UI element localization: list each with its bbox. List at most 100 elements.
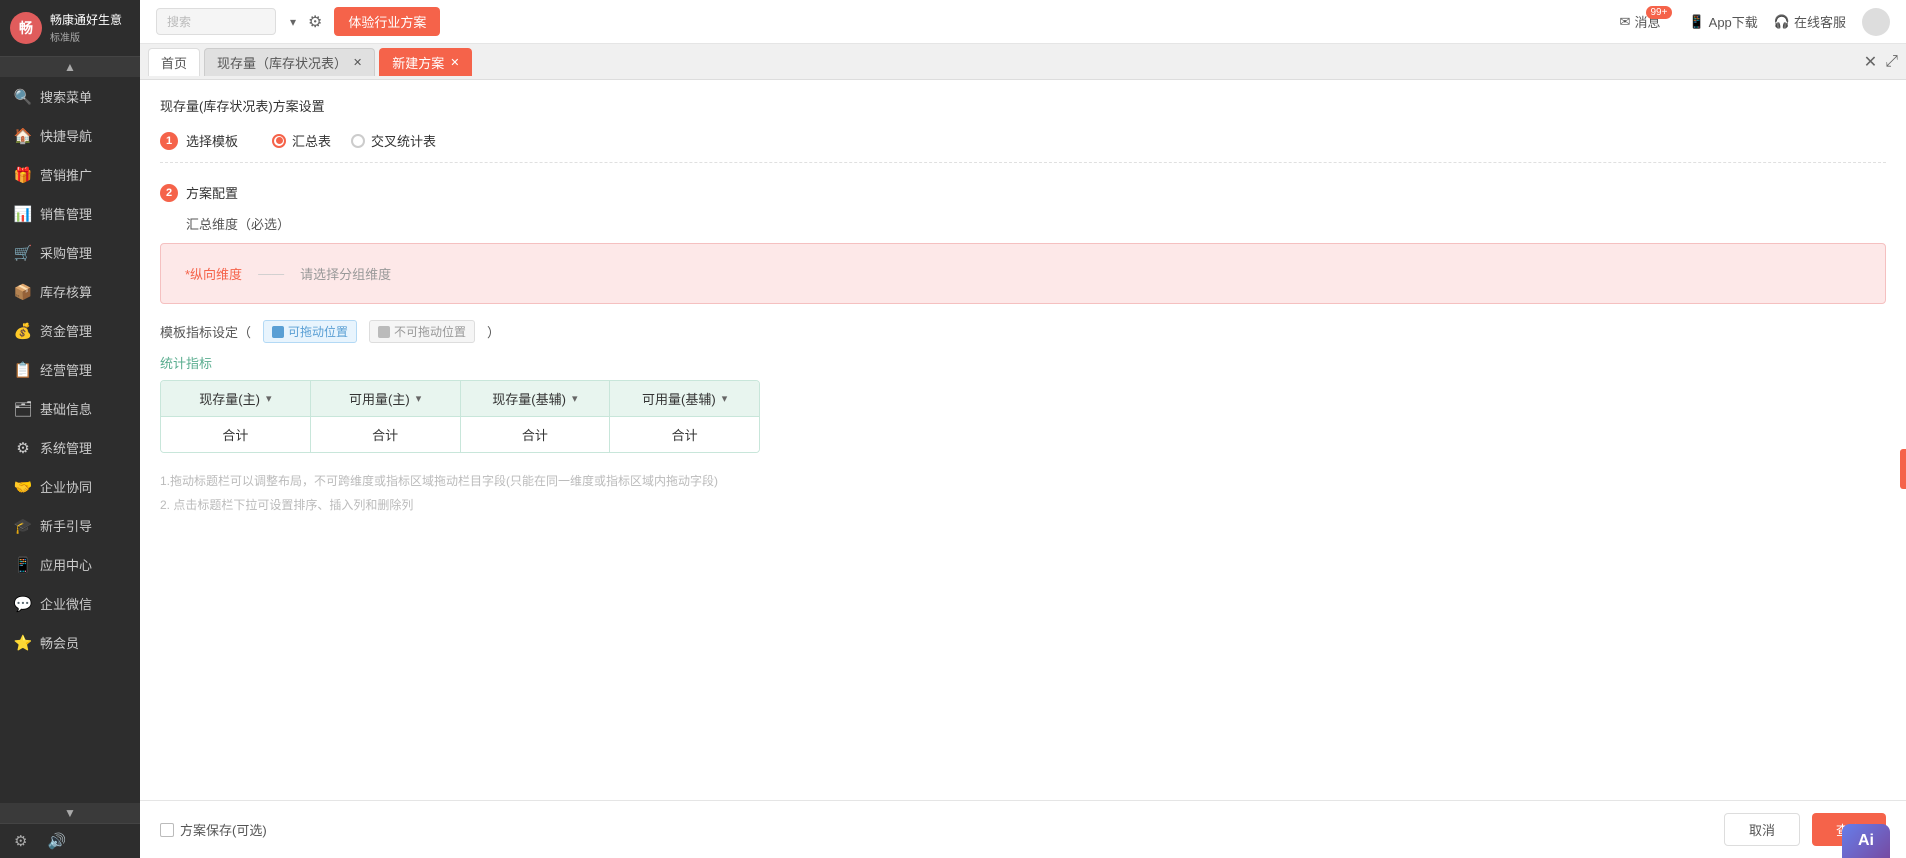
sidebar-scroll-up[interactable]: ▲	[0, 57, 140, 77]
draggable-label: 可拖动位置	[288, 323, 348, 340]
tab-inventory-status[interactable]: 现存量（库存状况表） ✕	[204, 48, 375, 76]
resize-handle[interactable]	[1900, 449, 1906, 489]
trial-btn[interactable]: 体验行业方案	[334, 7, 440, 36]
stats-data-2: 合计	[461, 417, 611, 452]
sidebar-scroll-down[interactable]: ▼	[0, 803, 140, 823]
close-window-btn[interactable]: ✕	[1864, 52, 1877, 72]
dimension-row[interactable]: *纵向维度 —— 请选择分组维度	[160, 243, 1886, 304]
stats-col-current-main[interactable]: 现存量(主) ▾	[161, 381, 311, 416]
step1-header: 1 选择模板 汇总表 交叉统计表	[160, 131, 1886, 150]
stats-col-1-chevron[interactable]: ▾	[416, 392, 422, 405]
settings-icon: ⚙	[14, 439, 32, 457]
tip-1-text: 1.拖动标题栏可以调整布局，不可跨维度或指标区域拖动栏目字段(只能在同一维度或指…	[160, 469, 718, 493]
sidebar-label: 系统管理	[40, 438, 92, 457]
stats-data-3-label: 合计	[672, 425, 698, 444]
radio-summary-circle[interactable]	[272, 134, 286, 148]
app-download-icon: 📱	[1688, 14, 1704, 30]
sidebar-item-marketing[interactable]: 🎁 营销推广	[0, 155, 140, 194]
tab-home[interactable]: 首页	[148, 48, 200, 76]
dimension-required-label: *纵向维度	[185, 264, 242, 283]
template-options: 汇总表 交叉统计表	[272, 131, 436, 150]
bottom-speaker-icon[interactable]: 🔊	[47, 832, 66, 850]
radio-cross-circle[interactable]	[351, 134, 365, 148]
indicator-prefix: 模板指标设定（	[160, 322, 251, 341]
sidebar-item-enterprise[interactable]: 🤝 企业协同	[0, 467, 140, 506]
step2-header: 2 方案配置	[160, 183, 1886, 202]
sidebar-label: 销售管理	[40, 204, 92, 223]
step1-divider	[160, 162, 1886, 163]
sidebar-item-search-menu[interactable]: 🔍 搜索菜单	[0, 77, 140, 116]
folder-icon: 🗂	[14, 400, 32, 418]
topbar-right: ✉ 消息 99+ 📱 App下载 🎧 在线客服	[1620, 8, 1890, 36]
radio-cross[interactable]: 交叉统计表	[351, 131, 436, 150]
step1-num: 1	[160, 132, 178, 150]
search-dropdown-icon[interactable]: ▾	[290, 15, 296, 29]
sidebar-label: 营销推广	[40, 165, 92, 184]
sidebar: 畅 畅康通好生意 标准版 ▲ 🔍 搜索菜单 🏠 快捷导航 🎁 营销推广 📊 销售…	[0, 0, 140, 858]
topbar-gear-icon[interactable]: ⚙	[308, 12, 322, 32]
stats-col-current-aux-label: 现存量(基辅)	[492, 389, 566, 408]
guide-icon: 🎓	[14, 517, 32, 535]
search-placeholder-text: 搜索	[167, 13, 191, 30]
user-avatar[interactable]	[1862, 8, 1890, 36]
save-label: 方案保存(可选)	[180, 820, 267, 839]
tab-new-scheme[interactable]: 新建方案 ✕	[379, 48, 472, 76]
sidebar-item-inventory[interactable]: 📦 库存核算	[0, 272, 140, 311]
sidebar-label: 库存核算	[40, 282, 92, 301]
sidebar-item-new-guide[interactable]: 🎓 新手引导	[0, 506, 140, 545]
step2-section: 2 方案配置 汇总维度（必选） *纵向维度 —— 请选择分组维度 模板指标设定（…	[160, 183, 1886, 517]
sidebar-item-finance[interactable]: 💰 资金管理	[0, 311, 140, 350]
bottom-settings-icon[interactable]: ⚙	[14, 832, 27, 850]
sidebar-item-sales[interactable]: 📊 销售管理	[0, 194, 140, 233]
online-service-btn[interactable]: 🎧 在线客服	[1774, 12, 1846, 31]
stats-data-2-label: 合计	[522, 425, 548, 444]
draggable-badge: 可拖动位置	[263, 320, 357, 343]
bottom-bar: 方案保存(可选) 取消 查询	[140, 800, 1906, 858]
expand-window-btn[interactable]: ⤢	[1885, 53, 1898, 71]
save-option[interactable]: 方案保存(可选)	[160, 820, 267, 839]
stats-title: 统计指标	[160, 353, 1886, 372]
ai-badge[interactable]: Ai	[1842, 824, 1890, 858]
dimension-section-label: 汇总维度（必选）	[186, 214, 1886, 233]
box-icon: 📦	[14, 283, 32, 301]
sidebar-nav: 🔍 搜索菜单 🏠 快捷导航 🎁 营销推广 📊 销售管理 🛒 采购管理 📦 库存核…	[0, 77, 140, 803]
sidebar-bottom: ⚙ 🔊	[0, 823, 140, 858]
app-download-btn[interactable]: 📱 App下载	[1688, 12, 1757, 31]
step2-num: 2	[160, 184, 178, 202]
radio-summary[interactable]: 汇总表	[272, 131, 331, 150]
chart-icon: 📊	[14, 205, 32, 223]
sidebar-label: 采购管理	[40, 243, 92, 262]
stats-col-2-chevron[interactable]: ▾	[572, 392, 578, 405]
messages-btn[interactable]: ✉ 消息 99+	[1620, 12, 1661, 31]
stats-col-available-main[interactable]: 可用量(主) ▾	[311, 381, 461, 416]
sidebar-item-purchase[interactable]: 🛒 采购管理	[0, 233, 140, 272]
stats-col-current-aux[interactable]: 现存量(基辅) ▾	[461, 381, 611, 416]
sidebar-item-membership[interactable]: ⭐ 畅会员	[0, 623, 140, 662]
step1-section: 1 选择模板 汇总表 交叉统计表	[160, 131, 1886, 163]
sidebar-item-system[interactable]: ⚙ 系统管理	[0, 428, 140, 467]
money-icon: 💰	[14, 322, 32, 340]
cancel-button[interactable]: 取消	[1724, 813, 1800, 846]
tab-inventory-label: 现存量（库存状况表）	[217, 53, 347, 72]
stats-col-0-chevron[interactable]: ▾	[266, 392, 272, 405]
sidebar-item-operations[interactable]: 📋 经营管理	[0, 350, 140, 389]
sidebar-item-app-center[interactable]: 📱 应用中心	[0, 545, 140, 584]
save-checkbox[interactable]	[160, 823, 174, 837]
logo-icon: 畅	[10, 12, 42, 44]
tab-inventory-close[interactable]: ✕	[353, 56, 362, 69]
indicator-suffix: ）	[487, 322, 500, 341]
sidebar-item-wechat[interactable]: 💬 企业微信	[0, 584, 140, 623]
message-icon: ✉	[1620, 14, 1631, 30]
sidebar-label: 企业协同	[40, 477, 92, 496]
sidebar-item-basic-info[interactable]: 🗂 基础信息	[0, 389, 140, 428]
home-icon: 🏠	[14, 127, 32, 145]
stats-data-1: 合计	[311, 417, 461, 452]
handshake-icon: 🤝	[14, 478, 32, 496]
sidebar-item-quick-nav[interactable]: 🏠 快捷导航	[0, 116, 140, 155]
tab-new-scheme-close[interactable]: ✕	[450, 56, 459, 69]
tip-2: 2. 点击标题栏下拉可设置排序、插入列和删除列	[160, 493, 1886, 517]
stats-col-available-aux[interactable]: 可用量(基辅) ▾	[610, 381, 759, 416]
app-download-label: App下载	[1709, 12, 1758, 31]
main-area: 搜索 ▾ ⚙ 体验行业方案 ✉ 消息 99+ 📱 App下载 🎧 在线客服 首页	[140, 0, 1906, 858]
stats-col-3-chevron[interactable]: ▾	[722, 392, 728, 405]
